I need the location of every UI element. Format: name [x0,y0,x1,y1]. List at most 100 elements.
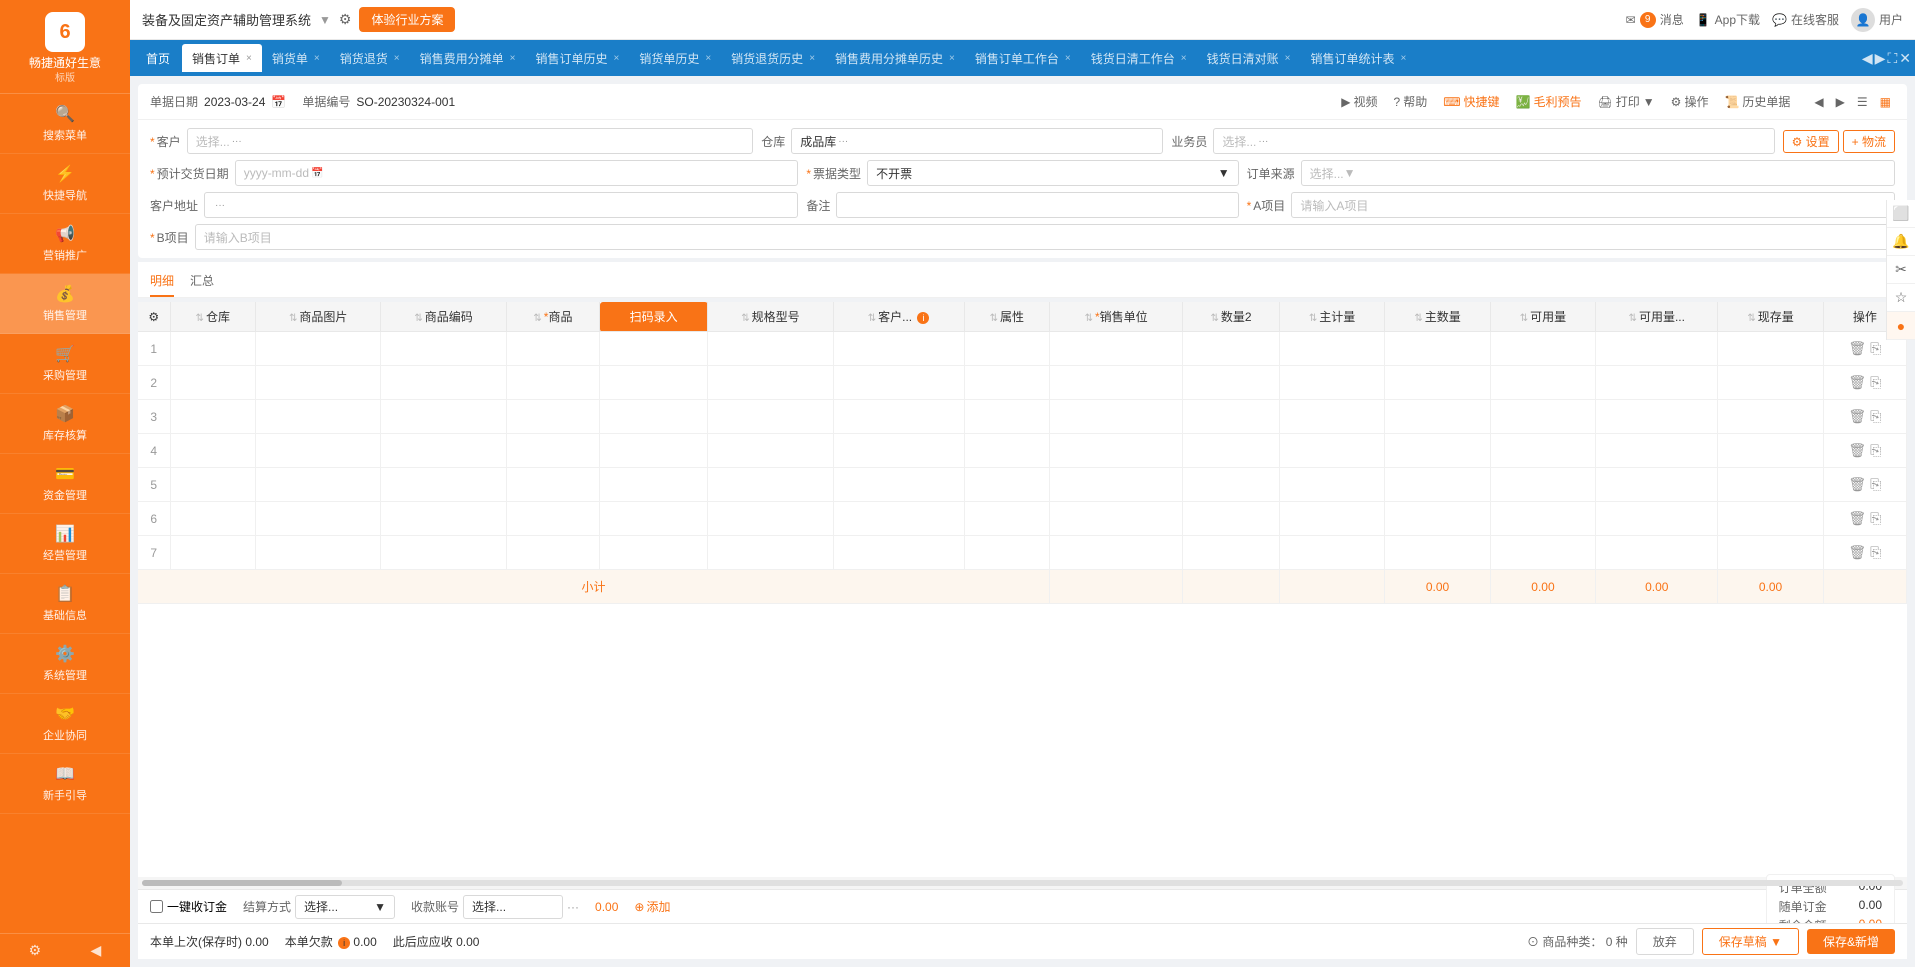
tab-detail[interactable]: 明细 [150,268,174,297]
copy-row-2-btn[interactable]: ⎘ [1870,374,1881,391]
tab-cash-goods-workbench-close[interactable]: × [1181,53,1187,64]
settings-btn[interactable]: ⚙ 设置 [1783,130,1839,153]
payment-select[interactable]: 选择... ▼ [295,895,395,919]
copy-row-1-btn[interactable]: ⎘ [1870,340,1881,357]
b-project-input[interactable]: 请输入B项目 [195,224,1895,250]
copy-row-4-btn[interactable]: ⎘ [1870,442,1881,459]
tab-expense-history-close[interactable]: × [949,53,955,64]
list-view-btn[interactable]: ☰ [1853,93,1872,111]
col-goods[interactable]: ⇅*商品 [506,302,599,332]
address-input[interactable]: ··· [204,192,798,218]
right-icon-1[interactable]: ⬜ [1887,200,1915,228]
table-scroll[interactable]: ⚙ ⇅仓库 ⇅商品图片 ⇅商品编码 ⇅*商品 扫码录入 ⇅规格型号 ⇅客户...… [138,302,1907,877]
col-main-qty[interactable]: ⇅主数量 [1385,302,1490,332]
address-more-btn[interactable]: ··· [215,200,225,211]
tab-sales-goods[interactable]: 销货单 × [262,44,330,72]
delete-row-7-btn[interactable]: 🗑 [1848,544,1866,561]
sidebar-item-marketing[interactable]: 📢 营销推广 [0,214,130,274]
tab-home[interactable]: 首页 [134,44,182,72]
warehouse-more-btn[interactable]: ··· [838,136,848,147]
order-source-input[interactable]: 选择... ▼ [1301,160,1895,186]
sidebar-item-inventory[interactable]: 📦 库存核算 [0,394,130,454]
tab-sales-order-history-close[interactable]: × [613,53,619,64]
copy-row-6-btn[interactable]: ⎘ [1870,510,1881,527]
sidebar-item-finance[interactable]: 💳 资金管理 [0,454,130,514]
customer-input[interactable]: 选择... ··· [187,128,754,154]
calendar-icon[interactable]: 📅 [271,95,286,109]
current-due-info[interactable]: i [338,937,350,949]
help-btn[interactable]: ? 帮助 [1390,91,1432,112]
tab-sales-order-history[interactable]: 销售订单历史 × [525,44,629,72]
tab-return-history[interactable]: 销货退货历史 × [721,44,825,72]
sidebar-item-system[interactable]: ⚙️ 系统管理 [0,634,130,694]
tab-close-all-btn[interactable]: ✕ [1899,50,1911,67]
scrollbar-thumb[interactable] [142,880,342,886]
col-image[interactable]: ⇅商品图片 [256,302,381,332]
col-code[interactable]: ⇅商品编码 [381,302,506,332]
next-record-btn[interactable]: ▶ [1832,93,1849,111]
note-input[interactable] [836,192,1238,218]
sidebar-item-operations[interactable]: 📊 经营管理 [0,514,130,574]
col-unit[interactable]: ⇅*销售单位 [1050,302,1183,332]
copy-row-5-btn[interactable]: ⎘ [1870,476,1881,493]
tab-summary[interactable]: 汇总 [190,268,214,297]
staff-more-btn[interactable]: ··· [1258,136,1268,147]
sidebar-item-search[interactable]: 🔍 搜索菜单 [0,94,130,154]
a-project-input[interactable]: 请输入A项目 [1291,192,1895,218]
delete-row-1-btn[interactable]: 🗑 [1848,340,1866,357]
col-warehouse[interactable]: ⇅仓库 [170,302,256,332]
delete-row-6-btn[interactable]: 🗑 [1848,510,1866,527]
col-attr[interactable]: ⇅属性 [964,302,1050,332]
col-spec[interactable]: ⇅规格型号 [708,302,833,332]
sidebar-item-sales[interactable]: 💰 销售管理 [0,274,130,334]
account-select[interactable]: 选择... [463,895,563,919]
add-payment-btn[interactable]: ⊕ 添加 [634,898,670,915]
right-icon-3[interactable]: ✂ [1887,256,1915,284]
save-draft-btn[interactable]: 保存草稿 ▼ [1702,928,1799,955]
copy-row-7-btn[interactable]: ⎘ [1870,544,1881,561]
sidebar-settings-btn[interactable]: ⚙ [29,942,42,959]
table-scrollbar[interactable] [138,877,1907,889]
col-available[interactable]: ⇅可用量 [1490,302,1595,332]
delete-row-2-btn[interactable]: 🗑 [1848,374,1866,391]
date-value[interactable]: 2023-03-24 [204,95,265,109]
copy-row-3-btn[interactable]: ⎘ [1870,408,1881,425]
message-btn[interactable]: ✉ 9 消息 [1626,11,1684,28]
discard-btn[interactable]: 放弃 [1636,928,1694,955]
right-icon-4[interactable]: ☆ [1887,284,1915,312]
history-btn[interactable]: 📜 历史单据 [1720,91,1794,112]
sidebar-item-basic-info[interactable]: 📋 基础信息 [0,574,130,634]
account-more-btn[interactable]: ··· [567,900,579,914]
staff-input[interactable]: 选择... ··· [1213,128,1774,154]
tab-cash-goods-workbench[interactable]: 钱货日清工作台 × [1081,44,1197,72]
online-service-btn[interactable]: 💬 在线客服 [1772,11,1839,28]
sidebar-item-enterprise[interactable]: 🤝 企业协同 [0,694,130,754]
save-new-btn[interactable]: 保存&新增 [1807,929,1895,954]
shortcut-btn[interactable]: ⌨ 快捷键 [1439,91,1503,112]
delivery-calendar-icon[interactable]: 📅 [311,168,323,179]
col-settings[interactable]: ⚙ [138,302,170,332]
warehouse-input[interactable]: 成品库 ··· [791,128,1163,154]
tab-prev-btn[interactable]: ◀ [1862,50,1873,67]
sidebar-collapse-btn[interactable]: ◀ [91,942,102,959]
tab-expense-history[interactable]: 销售费用分摊单历史 × [825,44,965,72]
solution-btn[interactable]: 体验行业方案 [359,7,455,32]
right-icon-2[interactable]: 🔔 [1887,228,1915,256]
ops-btn[interactable]: ⚙ 操作 [1667,91,1713,112]
tab-next-btn[interactable]: ▶ [1875,50,1886,67]
col-scan[interactable]: 扫码录入 [600,302,708,332]
invoice-select[interactable]: 不开票 ▼ [867,160,1239,186]
print-btn[interactable]: 🖨 打印 ▼ [1594,91,1659,112]
col-available2[interactable]: ⇅可用量... [1596,302,1718,332]
delete-row-3-btn[interactable]: 🗑 [1848,408,1866,425]
col-customer-code[interactable]: ⇅客户... i [833,302,964,332]
customer-more-btn[interactable]: ··· [232,136,242,147]
sidebar-item-guide[interactable]: 📖 新手引导 [0,754,130,814]
tab-sales-return-close[interactable]: × [394,53,400,64]
sidebar-item-purchase[interactable]: 🛒 采购管理 [0,334,130,394]
tab-goods-history[interactable]: 销货单历史 × [629,44,721,72]
col-current[interactable]: ⇅现存量 [1718,302,1823,332]
user-area[interactable]: 👤 用户 [1851,8,1903,32]
tab-sales-order[interactable]: 销售订单 × [182,44,262,72]
one-click-checkbox[interactable] [150,900,163,913]
